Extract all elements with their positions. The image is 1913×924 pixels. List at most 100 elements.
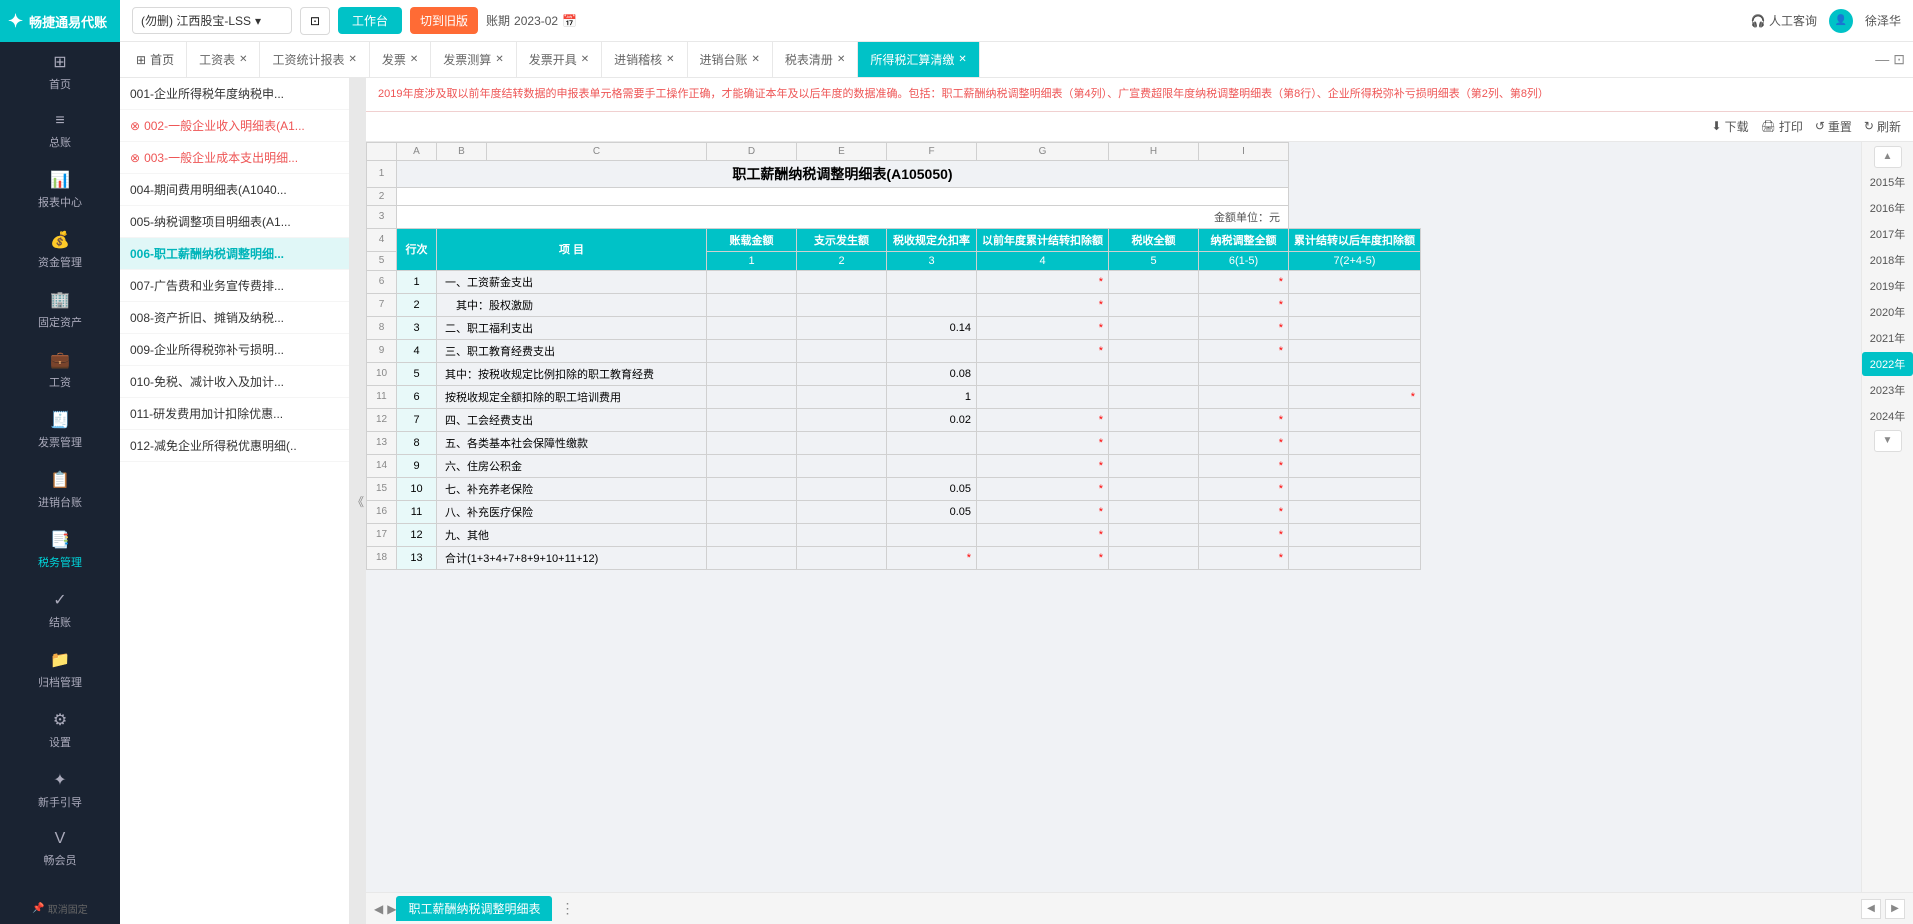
year-2022[interactable]: 2022年 xyxy=(1862,352,1913,376)
tab-close-icon[interactable]: ✕ xyxy=(495,54,503,65)
data-cell[interactable] xyxy=(887,523,977,546)
tab-home[interactable]: ⊞ 首页 xyxy=(124,42,187,78)
sheet-menu-btn[interactable]: ⋮ xyxy=(560,900,574,917)
data-cell[interactable] xyxy=(707,546,797,569)
year-2024[interactable]: 2024年 xyxy=(1862,404,1913,428)
sidebar-item-member[interactable]: V 畅会员 xyxy=(0,820,120,878)
scroll-right-btn[interactable]: ▶ xyxy=(1885,899,1905,919)
data-cell[interactable] xyxy=(797,546,887,569)
tab-invoice-calc[interactable]: 发票测算 ✕ xyxy=(431,42,516,78)
data-cell[interactable] xyxy=(707,316,797,339)
copy-icon-btn[interactable]: ⊡ xyxy=(300,7,330,35)
data-cell[interactable] xyxy=(1109,385,1199,408)
tab-close-icon[interactable]: ✕ xyxy=(410,54,418,65)
tab-close-icon[interactable]: ✕ xyxy=(958,54,966,65)
back-button[interactable]: 切到旧版 xyxy=(410,7,478,34)
data-cell[interactable] xyxy=(1289,546,1421,569)
data-cell[interactable] xyxy=(1289,431,1421,454)
left-item-004[interactable]: 004-期间费用明细表(A1040... xyxy=(120,174,349,206)
sheet-tab[interactable]: 职工薪酬纳税调整明细表 xyxy=(396,896,552,921)
data-cell[interactable] xyxy=(1109,339,1199,362)
data-cell[interactable] xyxy=(1109,293,1199,316)
data-cell[interactable] xyxy=(797,362,887,385)
data-cell[interactable] xyxy=(1109,477,1199,500)
data-cell[interactable] xyxy=(707,454,797,477)
year-2021[interactable]: 2021年 xyxy=(1862,326,1913,350)
data-cell[interactable] xyxy=(797,339,887,362)
data-cell[interactable] xyxy=(887,293,977,316)
year-2023[interactable]: 2023年 xyxy=(1862,378,1913,402)
reset-button[interactable]: ↺ 重置 xyxy=(1815,118,1852,135)
year-2016[interactable]: 2016年 xyxy=(1862,196,1913,220)
data-cell[interactable] xyxy=(1289,362,1421,385)
data-cell[interactable] xyxy=(977,362,1109,385)
service-btn[interactable]: 🎧 人工客询 xyxy=(1751,12,1817,29)
data-cell[interactable] xyxy=(707,270,797,293)
data-cell[interactable] xyxy=(707,339,797,362)
data-cell[interactable] xyxy=(1289,293,1421,316)
tab-close-icon[interactable]: ✕ xyxy=(837,54,845,65)
tab-tax-list[interactable]: 税表清册 ✕ xyxy=(773,42,858,78)
data-cell[interactable] xyxy=(1109,546,1199,569)
data-cell[interactable] xyxy=(797,523,887,546)
data-cell[interactable] xyxy=(797,408,887,431)
year-2015[interactable]: 2015年 xyxy=(1862,170,1913,194)
left-item-009[interactable]: 009-企业所得税弥补亏损明... xyxy=(120,334,349,366)
data-cell[interactable] xyxy=(887,339,977,362)
company-select[interactable]: (勿删) 江西股宝-LSS ▾ xyxy=(132,7,292,34)
tab-salary[interactable]: 工资表 ✕ xyxy=(187,42,260,78)
workbench-button[interactable]: 工作台 xyxy=(338,7,402,34)
data-cell[interactable] xyxy=(1109,500,1199,523)
sidebar-item-settle[interactable]: ✓ 结账 xyxy=(0,580,120,640)
sidebar-item-home[interactable]: ⊞ 首页 xyxy=(0,42,120,102)
left-item-006[interactable]: 006-职工薪酬纳税调整明细... xyxy=(120,238,349,270)
data-cell[interactable] xyxy=(1109,431,1199,454)
left-item-003[interactable]: ⊗003-一般企业成本支出明细... xyxy=(120,142,349,174)
sheet-main[interactable]: A B C D E F G H I 1 职 xyxy=(366,142,1861,893)
sidebar-item-fund[interactable]: 💰 资金管理 xyxy=(0,220,120,280)
data-cell[interactable] xyxy=(1289,523,1421,546)
tab-close-icon[interactable]: ✕ xyxy=(581,54,589,65)
user-avatar[interactable]: 👤 xyxy=(1829,9,1853,33)
data-cell[interactable] xyxy=(797,454,887,477)
data-cell[interactable] xyxy=(707,500,797,523)
tab-invoice-issue[interactable]: 发票开具 ✕ xyxy=(517,42,602,78)
sidebar-item-archive[interactable]: 📁 归档管理 xyxy=(0,640,120,700)
sidebar-item-tax[interactable]: 📑 税务管理 xyxy=(0,520,120,580)
scroll-left-btn[interactable]: ◀ xyxy=(1861,899,1881,919)
tab-maximize-btn[interactable]: ⊡ xyxy=(1893,51,1905,68)
year-down-btn[interactable]: ▼ xyxy=(1874,430,1902,452)
panel-collapse-btn[interactable]: 《 xyxy=(350,78,366,924)
data-cell[interactable] xyxy=(1109,523,1199,546)
left-item-011[interactable]: 011-研发费用加计扣除优惠... xyxy=(120,398,349,430)
year-2020[interactable]: 2020年 xyxy=(1862,300,1913,324)
tab-income-tax[interactable]: 所得税汇算清缴 ✕ xyxy=(858,42,979,78)
sheet-next-btn[interactable]: ▶ xyxy=(387,902,396,916)
data-cell[interactable] xyxy=(797,500,887,523)
print-button[interactable]: 🖨 打印 xyxy=(1761,118,1803,135)
sidebar-item-sales[interactable]: 📋 进销台账 xyxy=(0,460,120,520)
left-item-008[interactable]: 008-资产折旧、摊销及纳税... xyxy=(120,302,349,334)
data-cell[interactable] xyxy=(1289,270,1421,293)
data-cell[interactable] xyxy=(1289,408,1421,431)
sidebar-item-report[interactable]: 📊 报表中心 xyxy=(0,160,120,220)
data-cell[interactable] xyxy=(707,431,797,454)
data-cell[interactable] xyxy=(797,477,887,500)
sidebar-item-newguide[interactable]: ✦ 新手引导 xyxy=(0,760,120,820)
left-item-005[interactable]: 005-纳税调整项目明细表(A1... xyxy=(120,206,349,238)
data-cell[interactable] xyxy=(1199,362,1289,385)
data-cell[interactable] xyxy=(977,385,1109,408)
data-cell[interactable] xyxy=(1199,385,1289,408)
data-cell[interactable] xyxy=(797,385,887,408)
tab-sales-ledger[interactable]: 进销台账 ✕ xyxy=(688,42,773,78)
data-cell[interactable] xyxy=(707,362,797,385)
data-cell[interactable] xyxy=(797,270,887,293)
tab-close-icon[interactable]: ✕ xyxy=(349,54,357,65)
tab-close-icon[interactable]: ✕ xyxy=(752,54,760,65)
tab-minimize-btn[interactable]: — xyxy=(1875,51,1889,68)
left-item-007[interactable]: 007-广告费和业务宣传费排... xyxy=(120,270,349,302)
tab-close-icon[interactable]: ✕ xyxy=(666,54,674,65)
data-cell[interactable] xyxy=(1289,454,1421,477)
data-cell[interactable] xyxy=(707,408,797,431)
cancel-fixed-btn[interactable]: 📌 取消固定 xyxy=(0,893,120,924)
